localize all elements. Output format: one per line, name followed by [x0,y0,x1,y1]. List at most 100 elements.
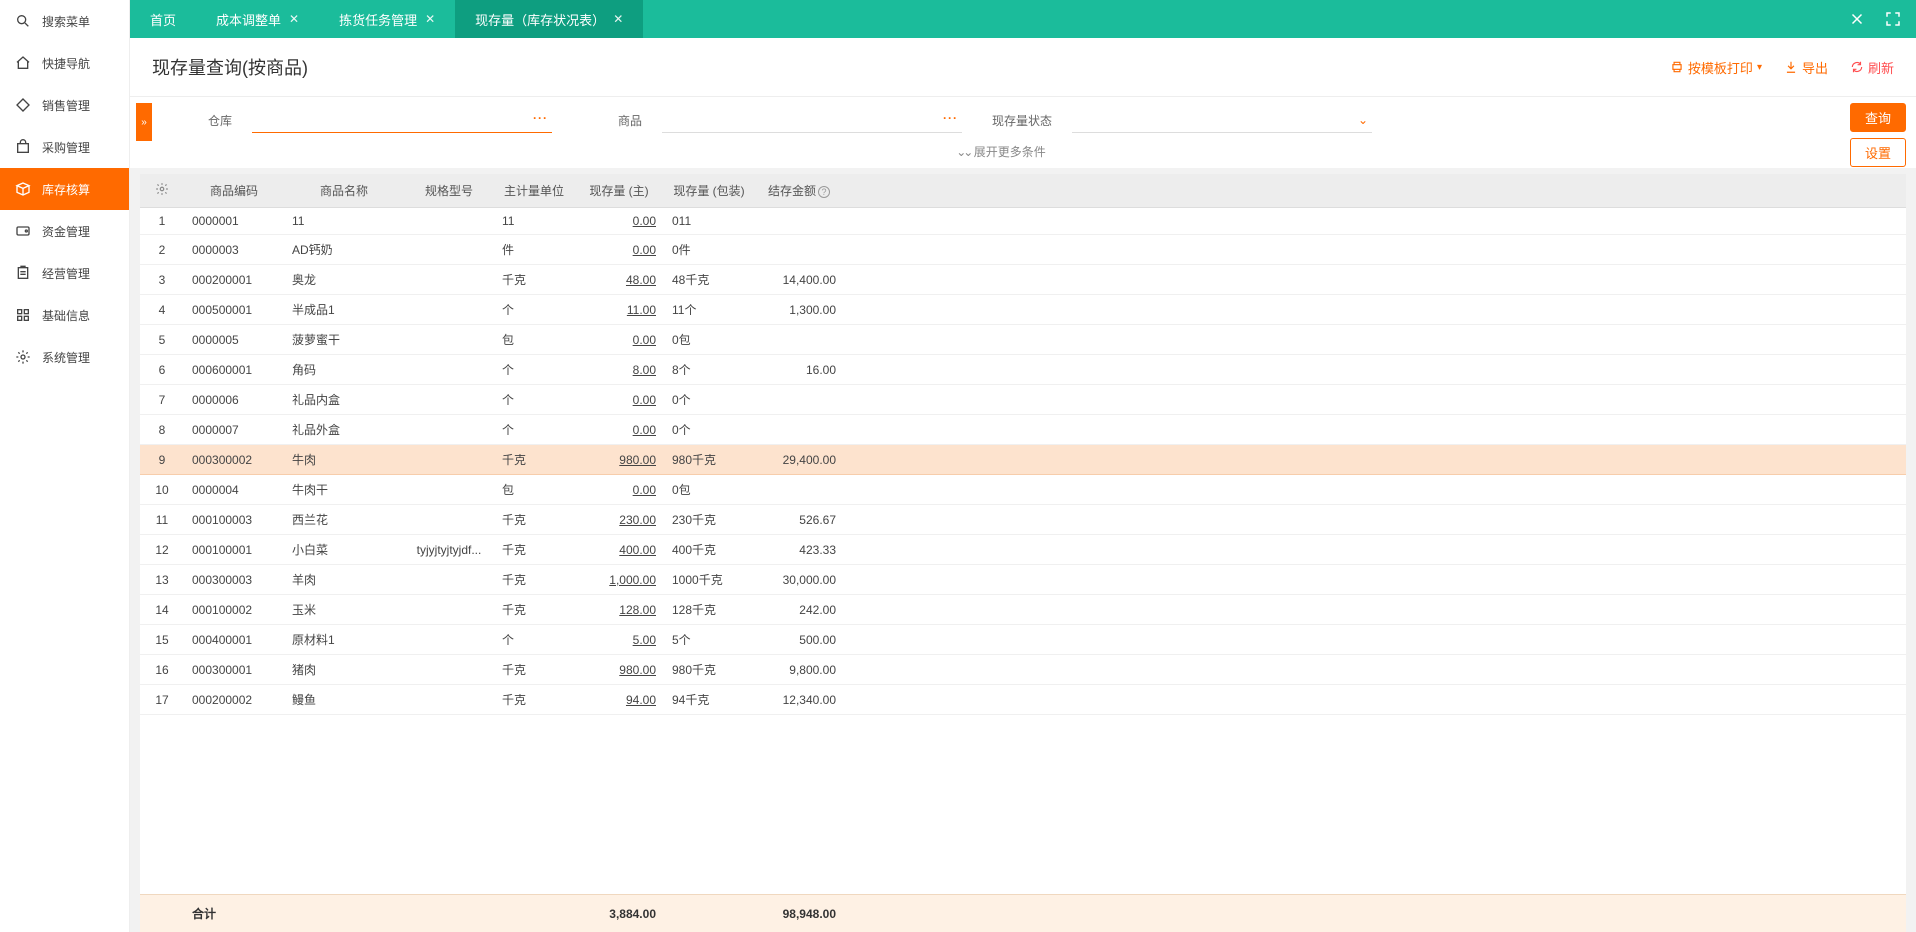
cell-idx: 5 [140,325,184,355]
cell-spec [404,235,494,265]
cell-qty[interactable]: 0.00 [574,235,664,265]
cell-unit: 个 [494,295,574,325]
cell-spec [404,505,494,535]
refresh-action[interactable]: 刷新 [1850,58,1894,77]
table-row[interactable]: 13000300003羊肉千克1,000.001000千克30,000.00 [140,565,1906,595]
cell-qty[interactable]: 400.00 [574,535,664,565]
col-config[interactable] [140,174,184,208]
cell-spec [404,625,494,655]
sidebar-item-8[interactable]: 系统管理 [0,336,129,378]
status-label: 现存量状态 [992,112,1052,129]
cell-name: 西兰花 [284,505,404,535]
table-row[interactable]: 14000100002玉米千克128.00128千克242.00 [140,595,1906,625]
cell-spec [404,565,494,595]
table-row[interactable]: 15000400001原材料1个5.005个500.00 [140,625,1906,655]
close-icon[interactable]: ✕ [289,12,299,26]
table-row[interactable]: 70000006礼品内盒个0.000个 [140,385,1906,415]
cell-qty[interactable]: 0.00 [574,475,664,505]
print-template-action[interactable]: 按模板打印 ▾ [1670,58,1762,77]
table-row[interactable]: 11000100003西兰花千克230.00230千克526.67 [140,505,1906,535]
product-input[interactable]: ··· [662,107,962,133]
cell-qty[interactable]: 94.00 [574,685,664,715]
table-row[interactable]: 4000500001半成品1个11.0011个1,300.00 [140,295,1906,325]
fullscreen-icon[interactable] [1884,10,1902,28]
table-row[interactable]: 50000005菠萝蜜干包0.000包 [140,325,1906,355]
cell-code: 000300001 [184,655,284,685]
header-code[interactable]: 商品编码 [184,174,284,208]
warehouse-input[interactable]: ··· [252,107,552,133]
cell-qty[interactable]: 980.00 [574,445,664,475]
table-row[interactable]: 3000200001奥龙千克48.0048千克14,400.00 [140,265,1906,295]
cell-rest [844,595,1906,625]
table-row[interactable]: 6000600001角码个8.008个16.00 [140,355,1906,385]
expand-filters-button[interactable]: ⌄⌄ 展开更多条件 [152,137,1850,168]
header-unit[interactable]: 主计量单位 [494,174,574,208]
tab-1[interactable]: 成本调整单✕ [196,0,319,38]
grid-icon [14,306,32,324]
cell-amt [754,235,844,265]
cell-qty[interactable]: 0.00 [574,208,664,235]
print-template-label: 按模板打印 [1688,58,1753,77]
export-action[interactable]: 导出 [1784,58,1828,77]
collapse-filters-button[interactable]: » [136,103,152,141]
cell-idx: 15 [140,625,184,655]
cell-rest [844,445,1906,475]
chevron-down-icon: ▾ [1757,62,1762,73]
sidebar-item-3[interactable]: 采购管理 [0,126,129,168]
cell-amt: 29,400.00 [754,445,844,475]
sidebar-item-0[interactable]: 搜索菜单 [0,0,129,42]
cell-qty[interactable]: 48.00 [574,265,664,295]
cell-spec [404,445,494,475]
sidebar-item-4[interactable]: 库存核算 [0,168,129,210]
tab-0[interactable]: 首页 [130,0,196,38]
cell-amt: 9,800.00 [754,655,844,685]
cell-qty[interactable]: 0.00 [574,415,664,445]
table-row[interactable]: 80000007礼品外盒个0.000个 [140,415,1906,445]
table-row[interactable]: 9000300002牛肉千克980.00980千克29,400.00 [140,445,1906,475]
header-amt[interactable]: 结存金额? [754,174,844,208]
cell-qty[interactable]: 230.00 [574,505,664,535]
sidebar-item-5[interactable]: 资金管理 [0,210,129,252]
sidebar-item-2[interactable]: 销售管理 [0,84,129,126]
close-icon[interactable]: ✕ [425,12,435,26]
query-button[interactable]: 查询 [1850,103,1906,132]
cell-code: 0000001 [184,208,284,235]
table-row[interactable]: 12000100001小白菜tyjyjtyjtyjdf...千克400.0040… [140,535,1906,565]
tab-2[interactable]: 拣货任务管理✕ [319,0,455,38]
cell-pkg: 011 [664,208,754,235]
cell-qty[interactable]: 8.00 [574,355,664,385]
cell-qty[interactable]: 0.00 [574,325,664,355]
table-row[interactable]: 100000004牛肉干包0.000包 [140,475,1906,505]
sidebar-item-6[interactable]: 经营管理 [0,252,129,294]
cell-qty[interactable]: 128.00 [574,595,664,625]
header-qty[interactable]: 现存量 (主) [574,174,664,208]
sidebar-item-1[interactable]: 快捷导航 [0,42,129,84]
cell-qty[interactable]: 980.00 [574,655,664,685]
table-row[interactable]: 17000200002鳗鱼千克94.0094千克12,340.00 [140,685,1906,715]
table-row[interactable]: 20000003AD钙奶件0.000件 [140,235,1906,265]
cell-unit: 千克 [494,595,574,625]
export-label: 导出 [1802,58,1828,77]
status-select[interactable]: ⌄ [1072,107,1372,133]
sidebar-item-7[interactable]: 基础信息 [0,294,129,336]
tab-3[interactable]: 现存量（库存状况表）✕ [455,0,643,38]
close-all-icon[interactable] [1848,10,1866,28]
cell-qty[interactable]: 11.00 [574,295,664,325]
settings-button[interactable]: 设置 [1850,138,1906,167]
ellipsis-icon[interactable]: ··· [943,111,958,125]
chevron-down-icon[interactable]: ⌄ [1358,113,1368,127]
cell-qty[interactable]: 5.00 [574,625,664,655]
cell-amt: 14,400.00 [754,265,844,295]
cell-qty[interactable]: 1,000.00 [574,565,664,595]
header-spec[interactable]: 规格型号 [404,174,494,208]
header-name[interactable]: 商品名称 [284,174,404,208]
ellipsis-icon[interactable]: ··· [533,111,548,125]
close-icon[interactable]: ✕ [613,12,623,26]
help-icon[interactable]: ? [818,186,830,198]
cell-name: 牛肉干 [284,475,404,505]
sidebar-item-label: 经营管理 [42,265,90,282]
header-pkg[interactable]: 现存量 (包装) [664,174,754,208]
table-row[interactable]: 16000300001猪肉千克980.00980千克9,800.00 [140,655,1906,685]
cell-qty[interactable]: 0.00 [574,385,664,415]
table-row[interactable]: 1000000111110.00011 [140,208,1906,235]
